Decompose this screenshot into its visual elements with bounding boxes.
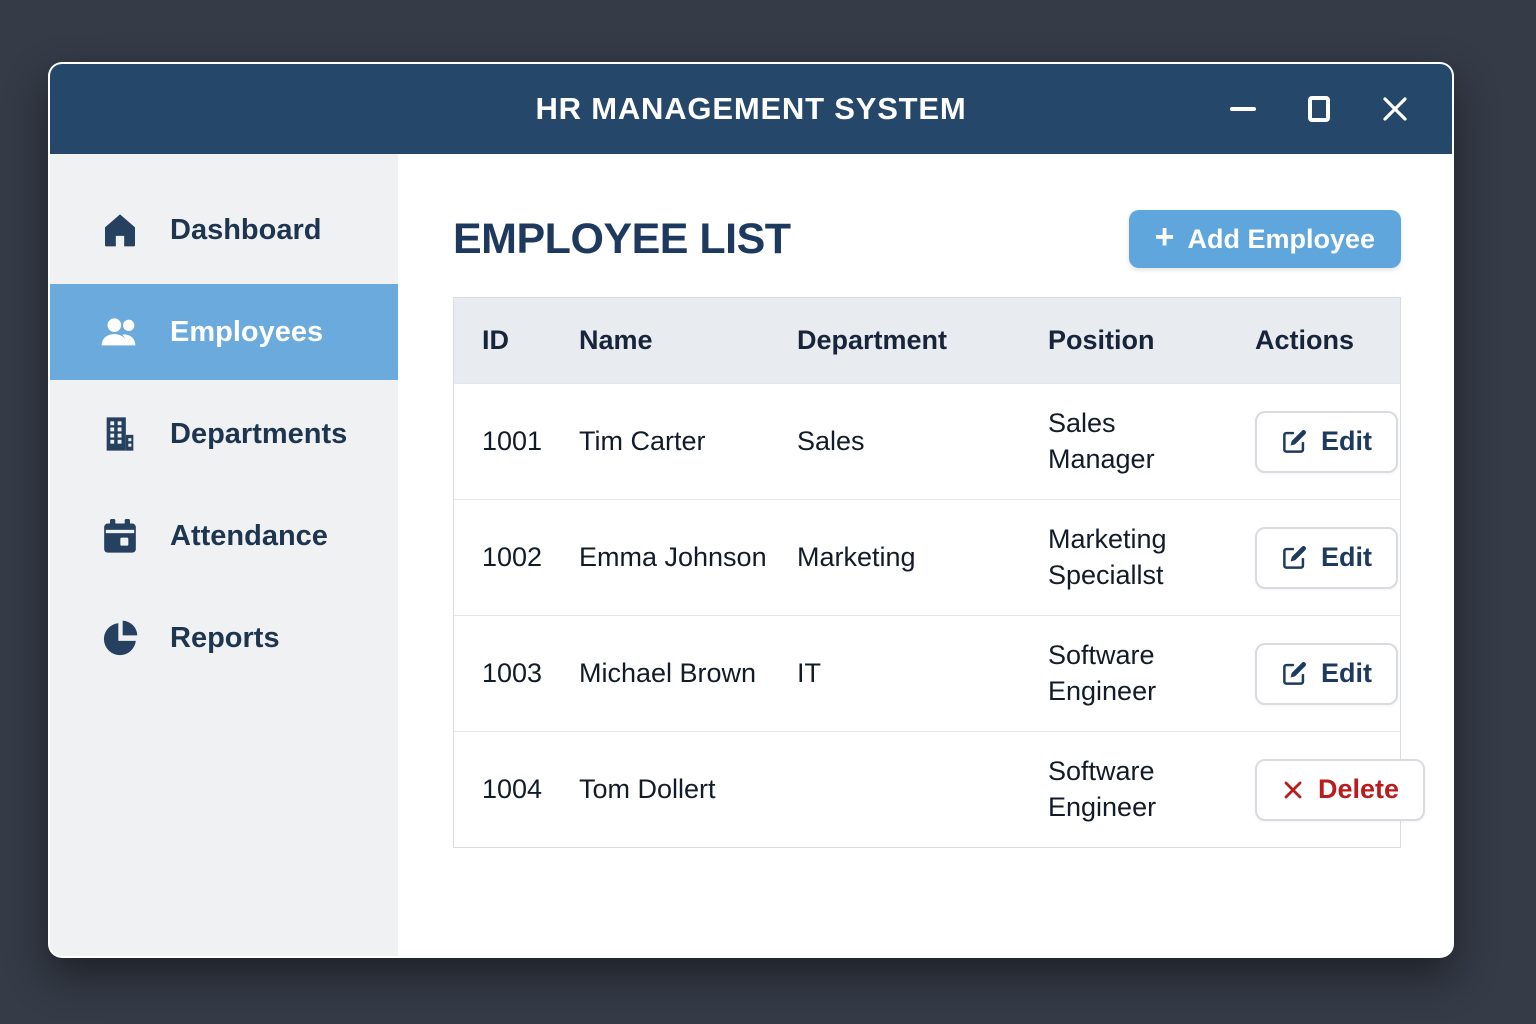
close-button[interactable]	[1380, 92, 1410, 126]
table-header-row: ID Name Department Position Actions	[454, 298, 1400, 383]
pie-chart-icon	[100, 618, 140, 658]
column-header-position: Position	[1048, 325, 1155, 355]
cell-name: Emma Johnson	[579, 542, 767, 572]
sidebar-item-label: Dashboard	[170, 213, 322, 246]
main-content: EMPLOYEE LIST + Add Employee ID Name Dep…	[398, 154, 1452, 956]
edit-icon	[1283, 430, 1306, 453]
cell-position: Sales Manager	[1048, 408, 1155, 474]
edit-button[interactable]: Edit	[1255, 526, 1398, 589]
cell-id: 1002	[482, 542, 543, 572]
edit-label: Edit	[1321, 658, 1372, 688]
edit-icon	[1283, 662, 1306, 685]
column-header-department: Department	[797, 325, 948, 355]
sidebar-item-employees[interactable]: Employees	[50, 284, 398, 380]
sidebar-item-label: Employees	[170, 315, 324, 348]
cell-department: IT	[797, 658, 821, 688]
cell-department: Marketing	[797, 542, 916, 572]
page-title: EMPLOYEE LIST	[453, 214, 791, 263]
window-controls	[1228, 64, 1410, 154]
sidebar-item-attendance[interactable]: Attendance	[50, 488, 398, 584]
minimize-icon	[1230, 107, 1256, 111]
add-employee-label: Add Employee	[1187, 223, 1375, 254]
column-header-id: ID	[482, 325, 509, 355]
edit-button[interactable]: Edit	[1255, 410, 1398, 473]
delete-button[interactable]: Delete	[1255, 758, 1426, 821]
main-header: EMPLOYEE LIST + Add Employee	[453, 209, 1401, 269]
sidebar-item-departments[interactable]: Departments	[50, 386, 398, 482]
cell-position: Marketing Speciallst	[1048, 524, 1167, 590]
edit-icon	[1283, 546, 1306, 569]
table-row: 1002 Emma Johnson Marketing Marketing Sp…	[454, 499, 1400, 615]
cell-position: Software Engineer	[1048, 640, 1157, 706]
cell-id: 1001	[482, 426, 543, 456]
delete-x-icon	[1284, 781, 1302, 798]
delete-label: Delete	[1318, 774, 1400, 804]
cell-position: Software Engineer	[1048, 756, 1157, 822]
table-row: 1003 Michael Brown IT Software Engineer …	[454, 615, 1400, 731]
cell-id: 1003	[482, 658, 543, 688]
column-header-name: Name	[579, 325, 653, 355]
edit-label: Edit	[1321, 426, 1372, 456]
maximize-icon	[1308, 96, 1330, 122]
cell-name: Tom Dollert	[579, 774, 716, 804]
maximize-button[interactable]	[1304, 92, 1334, 126]
sidebar-item-reports[interactable]: Reports	[50, 590, 398, 686]
home-icon	[100, 210, 140, 250]
sidebar-item-label: Reports	[170, 621, 280, 654]
sidebar-item-dashboard[interactable]: Dashboard	[50, 182, 398, 278]
app-window: HR MANAGEMENT SYSTEM Dashboard Employees…	[48, 62, 1454, 958]
building-icon	[100, 414, 140, 454]
edit-label: Edit	[1321, 542, 1372, 572]
calendar-icon	[100, 516, 140, 556]
cell-name: Michael Brown	[579, 658, 757, 688]
window-title: HR MANAGEMENT SYSTEM	[535, 91, 967, 126]
title-bar: HR MANAGEMENT SYSTEM	[50, 64, 1452, 154]
cell-id: 1004	[482, 774, 543, 804]
close-icon	[1383, 97, 1407, 121]
sidebar-item-label: Departments	[170, 417, 348, 450]
people-icon	[100, 312, 140, 352]
column-header-actions: Actions	[1255, 325, 1355, 355]
employee-table: ID Name Department Position Actions 1001…	[453, 297, 1426, 848]
sidebar-item-label: Attendance	[170, 519, 328, 552]
cell-department: Sales	[797, 426, 865, 456]
plus-icon: +	[1154, 218, 1175, 256]
table-row: 1001 Tim Carter Sales Sales Manager Edit	[454, 383, 1400, 499]
add-employee-button[interactable]: + Add Employee	[1128, 210, 1401, 268]
cell-name: Tim Carter	[579, 426, 706, 456]
edit-button[interactable]: Edit	[1255, 642, 1398, 705]
sidebar: Dashboard Employees Departments Attendan…	[50, 154, 398, 956]
minimize-button[interactable]	[1228, 92, 1258, 126]
table-row: 1004 Tom Dollert Software Engineer Delet…	[454, 731, 1426, 847]
